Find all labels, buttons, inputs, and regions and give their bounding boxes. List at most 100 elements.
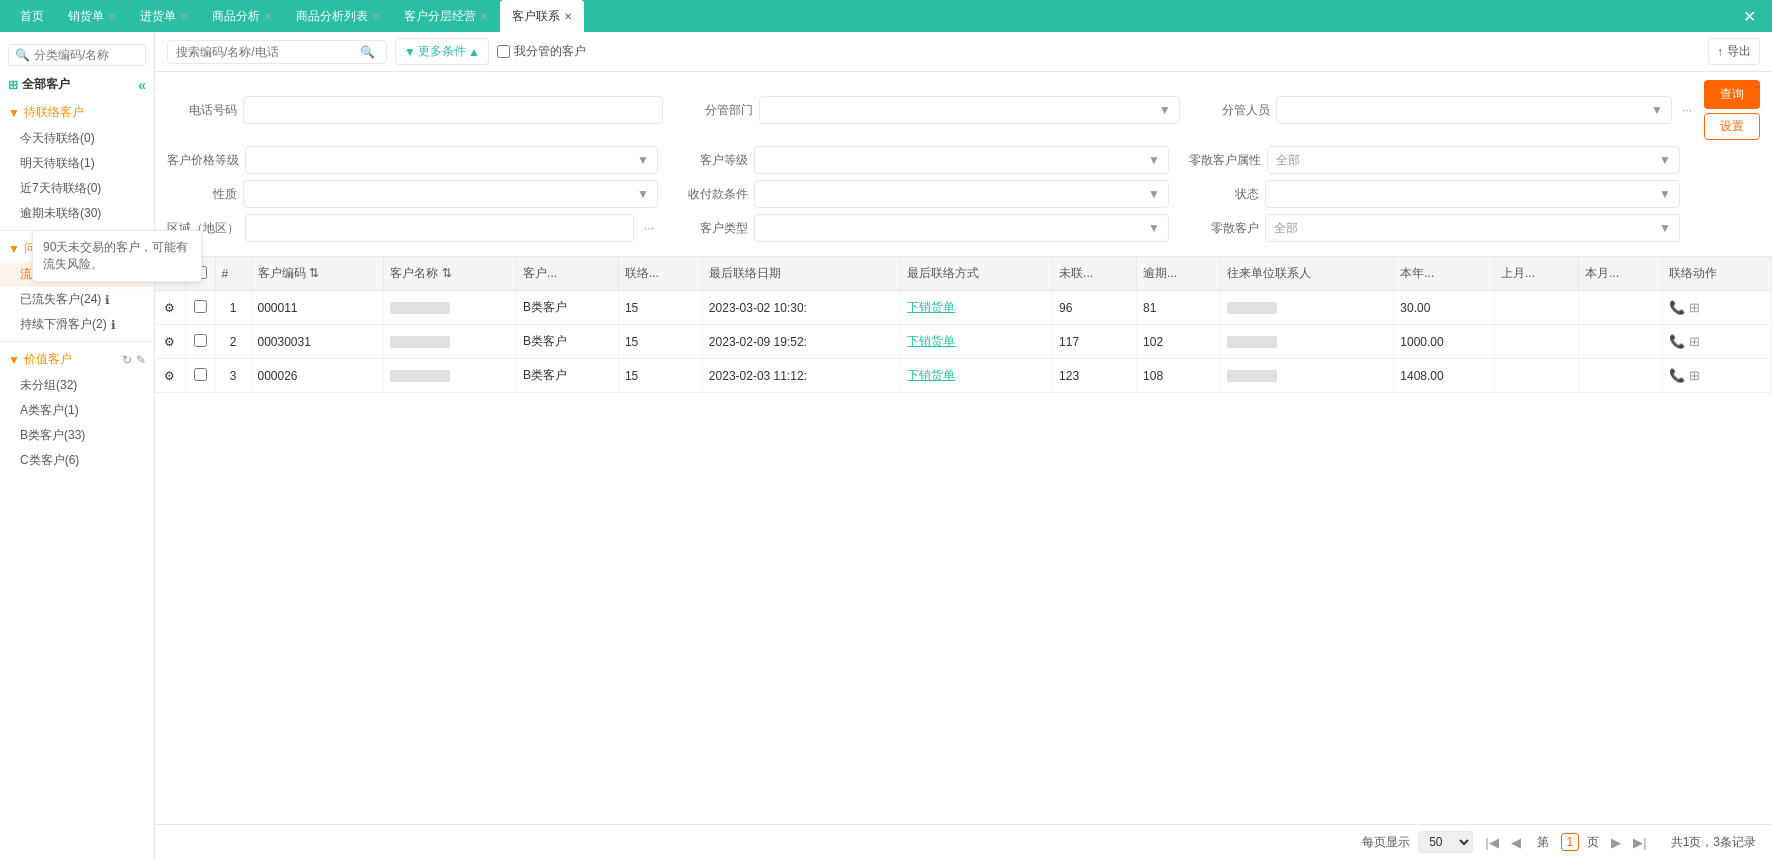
- next-page-button[interactable]: ▶: [1607, 833, 1625, 852]
- phone-action-icon[interactable]: 📞: [1669, 334, 1685, 349]
- th-this-month[interactable]: 本月...: [1578, 257, 1662, 291]
- customer-grade-select[interactable]: ▼: [754, 146, 1169, 174]
- row-settings-icon[interactable]: ⚙: [155, 359, 185, 393]
- toolbar-search-input[interactable]: [176, 45, 356, 59]
- phone-action-icon[interactable]: 📞: [1669, 368, 1685, 383]
- close-tab-purchase[interactable]: ✕: [180, 11, 188, 22]
- sidebar-all-customers[interactable]: ⊞ 全部客户 «: [0, 70, 154, 99]
- sidebar-group-pending[interactable]: ▼ 待联络客户: [0, 99, 154, 126]
- th-unit-contact[interactable]: 往来单位联系人: [1221, 257, 1394, 291]
- close-tab-product-list[interactable]: ✕: [372, 11, 380, 22]
- th-overdue[interactable]: 逾期...: [1137, 257, 1221, 291]
- table-row: ⚙ 3 000026 B类客户 15 2023-02-03 11:12: 下销货…: [155, 359, 1772, 393]
- person-dots[interactable]: ···: [1678, 103, 1696, 117]
- row-settings-icon[interactable]: ⚙: [155, 291, 185, 325]
- customer-table-container: ⚙ # 客户编码 ⇅ 客户名称 ⇅ 客户... 联络... 最: [155, 257, 1772, 824]
- export-button[interactable]: ↑ 导出: [1708, 38, 1760, 65]
- th-this-year[interactable]: 本年...: [1394, 257, 1495, 291]
- grid-action-icon[interactable]: ⊞: [1689, 368, 1700, 383]
- sidebar-item-7days-pending[interactable]: 近7天待联络(0): [0, 176, 154, 201]
- filter-cell-status: 状态 ▼: [1189, 180, 1680, 208]
- sidebar-group-value[interactable]: ▼ 价值客户 ↻ ✎: [0, 346, 154, 373]
- tab-sales[interactable]: 销货单 ✕: [56, 0, 128, 32]
- first-page-button[interactable]: |◀: [1481, 833, 1502, 852]
- th-customer-type[interactable]: 客户...: [517, 257, 619, 291]
- query-button[interactable]: 查询: [1704, 80, 1760, 109]
- phone-input[interactable]: [243, 96, 663, 124]
- toolbar-search-icon[interactable]: 🔍: [360, 45, 375, 59]
- my-customers-checkbox-label[interactable]: 我分管的客户: [497, 43, 586, 60]
- row-checkbox-cell[interactable]: [185, 359, 215, 393]
- th-last-contact-date[interactable]: 最后联络日期: [702, 257, 900, 291]
- more-conditions-button[interactable]: ▼ 更多条件 ▲: [395, 38, 489, 65]
- zero-customer-select[interactable]: 全部 ▼: [1265, 214, 1680, 242]
- status-select[interactable]: ▼: [1265, 180, 1680, 208]
- prev-page-button[interactable]: ◀: [1507, 833, 1525, 852]
- sidebar-item-unclassified[interactable]: 未分组(32): [0, 373, 154, 398]
- th-customer-code[interactable]: 客户编码 ⇅: [251, 257, 384, 291]
- sidebar-item-overdue[interactable]: 逾期未联络(30): [0, 201, 154, 226]
- table-body: ⚙ 1 000011 B类客户 15 2023-03-02 10:30: 下销货…: [155, 291, 1772, 393]
- row-last-contact-method[interactable]: 下销货单: [901, 325, 1053, 359]
- tab-product-list[interactable]: 商品分析列表 ✕: [284, 0, 392, 32]
- row-checkbox[interactable]: [194, 300, 207, 313]
- sidebar-item-today-pending[interactable]: 今天待联络(0): [0, 126, 154, 151]
- grid-action-icon[interactable]: ⊞: [1689, 300, 1700, 315]
- th-last-month[interactable]: 上月...: [1495, 257, 1579, 291]
- row-settings-icon[interactable]: ⚙: [155, 325, 185, 359]
- row-action: 📞 ⊞: [1662, 359, 1771, 393]
- toolbar-search-box[interactable]: 🔍: [167, 40, 387, 64]
- row-checkbox-cell[interactable]: [185, 291, 215, 325]
- sidebar-item-class-a[interactable]: A类客户(1): [0, 398, 154, 423]
- last-page-button[interactable]: ▶|: [1629, 833, 1650, 852]
- th-uncontacted[interactable]: 未联...: [1053, 257, 1137, 291]
- dept-select[interactable]: ▼: [759, 96, 1179, 124]
- row-checkbox[interactable]: [194, 334, 207, 347]
- sidebar-item-tomorrow-pending[interactable]: 明天待联络(1): [0, 151, 154, 176]
- region-dots[interactable]: ···: [640, 221, 658, 235]
- sidebar-search-box[interactable]: 🔍: [8, 44, 146, 66]
- sidebar-item-declining[interactable]: 持续下滑客户(2) ℹ: [0, 312, 154, 337]
- zero-attr-select[interactable]: 全部 ▼: [1267, 146, 1680, 174]
- row-last-contact-method[interactable]: 下销货单: [901, 359, 1053, 393]
- sidebar-item-churned[interactable]: 已流失客户(24) ℹ: [0, 287, 154, 312]
- sidebar-item-class-b[interactable]: B类客户(33): [0, 423, 154, 448]
- phone-action-icon[interactable]: 📞: [1669, 300, 1685, 315]
- zero-attr-arrow: ▼: [1659, 153, 1671, 167]
- sidebar-search-input[interactable]: [34, 48, 139, 62]
- th-action: 联络动作: [1662, 257, 1771, 291]
- nature-select[interactable]: ▼: [243, 180, 658, 208]
- row-checkbox-cell[interactable]: [185, 325, 215, 359]
- row-last-contact-method[interactable]: 下销货单: [901, 291, 1053, 325]
- tab-purchase[interactable]: 进货单 ✕: [128, 0, 200, 32]
- row-last-contact-date: 2023-02-09 19:52:: [702, 325, 900, 359]
- tab-home[interactable]: 首页: [8, 0, 56, 32]
- close-tab-sales[interactable]: ✕: [108, 11, 116, 22]
- th-last-contact-method[interactable]: 最后联络方式: [901, 257, 1053, 291]
- tab-customer-tier[interactable]: 客户分层经营 ✕: [392, 0, 500, 32]
- th-contact[interactable]: 联络...: [618, 257, 702, 291]
- tab-customer-contact[interactable]: 客户联系 ✕: [500, 0, 584, 32]
- person-select[interactable]: ▼: [1276, 96, 1672, 124]
- close-tab-product-analysis[interactable]: ✕: [264, 11, 272, 22]
- close-tab-customer-contact[interactable]: ✕: [564, 11, 572, 22]
- settings-button[interactable]: 设置: [1704, 113, 1760, 140]
- region-select[interactable]: [245, 214, 634, 242]
- my-customers-checkbox[interactable]: [497, 45, 510, 58]
- row-overdue: 108: [1137, 359, 1221, 393]
- current-page[interactable]: 1: [1561, 833, 1580, 851]
- row-checkbox[interactable]: [194, 368, 207, 381]
- price-grade-select[interactable]: ▼: [245, 146, 658, 174]
- collapse-sidebar-icon[interactable]: «: [138, 77, 146, 93]
- payment-select[interactable]: ▼: [754, 180, 1169, 208]
- grid-action-icon[interactable]: ⊞: [1689, 334, 1700, 349]
- sidebar-item-class-c[interactable]: C类客户(6): [0, 448, 154, 473]
- refresh-icon-value[interactable]: ↻: [122, 353, 132, 367]
- close-all-button[interactable]: ✕: [1735, 7, 1764, 26]
- close-tab-customer-tier[interactable]: ✕: [480, 11, 488, 22]
- edit-icon-value[interactable]: ✎: [136, 353, 146, 367]
- th-customer-name[interactable]: 客户名称 ⇅: [384, 257, 517, 291]
- customer-type-select[interactable]: ▼: [754, 214, 1169, 242]
- tab-product-analysis[interactable]: 商品分析 ✕: [200, 0, 284, 32]
- page-size-select[interactable]: 50 100 200: [1418, 831, 1473, 853]
